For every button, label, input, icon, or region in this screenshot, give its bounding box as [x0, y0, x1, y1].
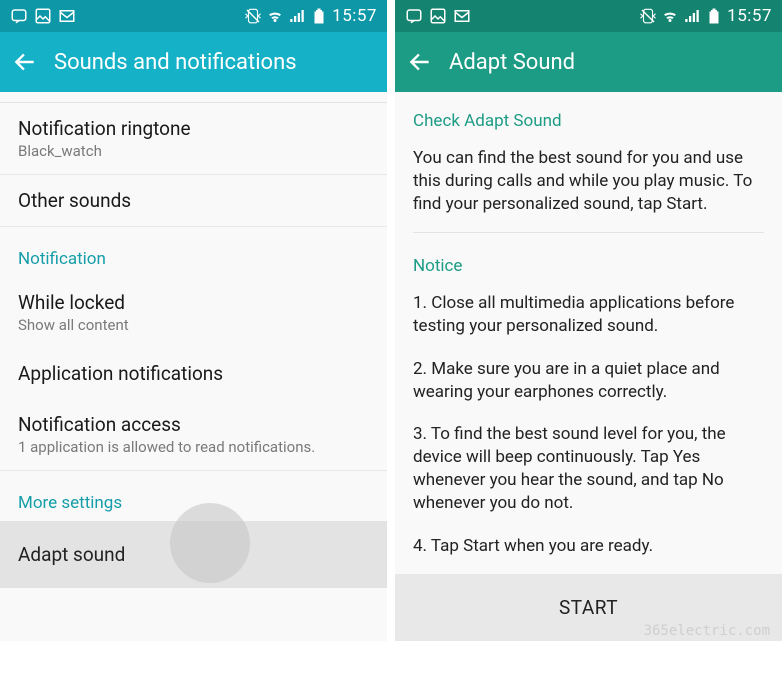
adapt-sound-content: Check Adapt Sound You can find the best … [395, 92, 782, 641]
row-while-locked[interactable]: While locked Show all content [0, 277, 387, 348]
status-time: 15:57 [332, 6, 377, 26]
row-adapt-sound[interactable]: Adapt sound [0, 521, 387, 588]
row-title: Notification ringtone [18, 117, 369, 140]
row-title: While locked [18, 291, 369, 314]
image-icon [34, 7, 52, 25]
settings-list: Notification ringtone Black_watch Other … [0, 92, 387, 641]
row-title: Adapt sound [18, 543, 125, 566]
signal-icon [288, 7, 306, 25]
section-check-adapt-sound: Check Adapt Sound [413, 92, 764, 143]
battery-icon [310, 7, 328, 25]
notice-item-1: 1. Close all multimedia applications bef… [413, 288, 764, 354]
app-title: Sounds and notifications [54, 50, 297, 75]
image-icon [429, 7, 447, 25]
row-title: Other sounds [18, 189, 369, 212]
section-notice: Notice [413, 237, 764, 288]
back-button[interactable] [407, 49, 433, 75]
app-title: Adapt Sound [449, 50, 575, 75]
vibrate-icon [639, 7, 657, 25]
status-bar: 15:57 [0, 0, 387, 32]
phone-right: 15:57 Adapt Sound Check Adapt Sound You … [395, 0, 782, 641]
app-bar: Sounds and notifications [0, 32, 387, 92]
notice-item-2: 2. Make sure you are in a quiet place an… [413, 354, 764, 420]
status-bar: 15:57 [395, 0, 782, 32]
row-notification-access[interactable]: Notification access 1 application is all… [0, 399, 387, 471]
touch-ripple [170, 503, 250, 583]
section-header-notification: Notification [0, 227, 387, 277]
notice-item-4: 4. Tap Start when you are ready. [413, 531, 764, 574]
mail-icon [453, 7, 471, 25]
row-title: Notification access [18, 413, 369, 436]
check-description: You can find the best sound for you and … [413, 143, 764, 232]
row-title: Application notifications [18, 362, 369, 385]
phone-left: 15:57 Sounds and notifications Notificat… [0, 0, 387, 641]
signal-icon [683, 7, 701, 25]
app-bar: Adapt Sound [395, 32, 782, 92]
back-button[interactable] [12, 49, 38, 75]
status-time: 15:57 [727, 6, 772, 26]
row-subtitle: 1 application is allowed to read notific… [18, 438, 369, 456]
chat-icon [10, 7, 28, 25]
row-subtitle: Black_watch [18, 142, 369, 160]
wifi-icon [661, 7, 679, 25]
row-notification-ringtone[interactable]: Notification ringtone Black_watch [0, 103, 387, 175]
vibrate-icon [244, 7, 262, 25]
clipped-row [0, 92, 387, 103]
start-label: START [559, 596, 618, 619]
mail-icon [58, 7, 76, 25]
battery-icon [705, 7, 723, 25]
row-subtitle: Show all content [18, 316, 369, 334]
row-other-sounds[interactable]: Other sounds [0, 175, 387, 227]
chat-icon [405, 7, 423, 25]
watermark: 365electric.com [644, 623, 770, 639]
wifi-icon [266, 7, 284, 25]
notice-item-3: 3. To find the best sound level for you,… [413, 419, 764, 531]
row-application-notifications[interactable]: Application notifications [0, 348, 387, 399]
